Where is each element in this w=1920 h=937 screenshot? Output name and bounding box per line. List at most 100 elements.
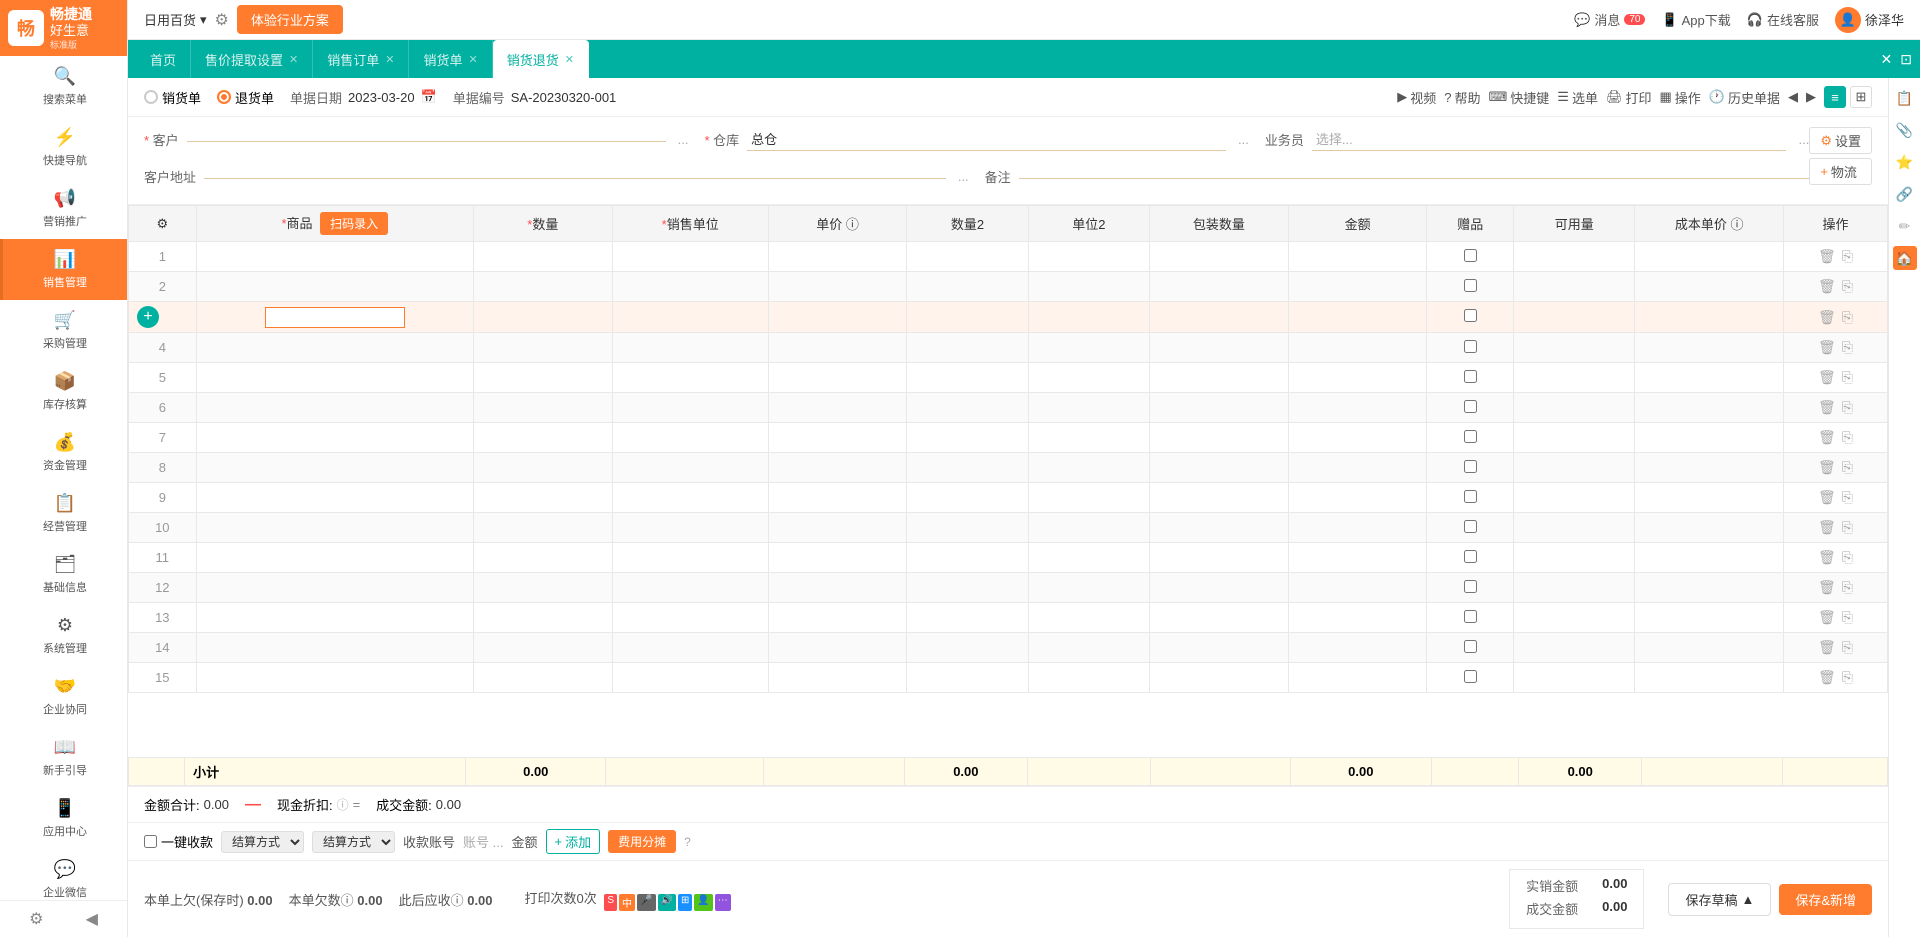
row-available-cell[interactable] [1514, 363, 1635, 393]
video-btn[interactable]: ▶ 视频 [1397, 88, 1436, 107]
row-unit-cell[interactable] [612, 603, 768, 633]
copy-row-icon[interactable]: ⎘ [1842, 278, 1853, 295]
row-qty2-cell[interactable] [907, 242, 1028, 272]
delete-row-icon[interactable]: 🗑 [1818, 459, 1836, 476]
sidebar-item-wechat[interactable]: 💬 企业微信 [0, 849, 127, 900]
delete-row-icon[interactable]: 🗑 [1818, 399, 1836, 416]
radio-sales[interactable]: 销货单 [144, 88, 201, 107]
row-product-cell[interactable] [196, 242, 473, 272]
scan-btn[interactable]: 扫码录入 [320, 212, 388, 235]
row-cost-cell[interactable] [1635, 393, 1783, 423]
row-cost-cell[interactable] [1635, 272, 1783, 302]
gift-checkbox[interactable] [1464, 520, 1477, 533]
row-unit2-cell[interactable] [1028, 573, 1149, 603]
row-amount-cell[interactable] [1288, 363, 1427, 393]
row-qty-cell[interactable] [473, 453, 612, 483]
remark-input[interactable] [1019, 174, 1810, 179]
row-amount-cell[interactable] [1288, 302, 1427, 333]
delete-row-icon[interactable]: 🗑 [1818, 609, 1836, 626]
row-pack-cell[interactable] [1150, 302, 1289, 333]
row-qty2-cell[interactable] [907, 663, 1028, 693]
row-unit-cell[interactable] [612, 363, 768, 393]
row-available-cell[interactable] [1514, 393, 1635, 423]
row-pack-cell[interactable] [1150, 633, 1289, 663]
row-qty-cell[interactable] [473, 302, 612, 333]
settings-bottom-btn[interactable]: ⚙ [29, 909, 43, 929]
radio-return[interactable]: 退货单 [217, 88, 274, 107]
row-unit2-cell[interactable] [1028, 423, 1149, 453]
row-pack-cell[interactable] [1150, 242, 1289, 272]
calendar-icon[interactable]: 📅 [421, 89, 437, 105]
gift-checkbox[interactable] [1464, 309, 1477, 322]
gift-checkbox[interactable] [1464, 400, 1477, 413]
tab-price-setting-close[interactable]: ✕ [289, 53, 298, 66]
row-qty2-cell[interactable] [907, 453, 1028, 483]
gift-checkbox[interactable] [1464, 430, 1477, 443]
row-qty2-cell[interactable] [907, 333, 1028, 363]
row-pack-cell[interactable] [1150, 483, 1289, 513]
row-qty2-cell[interactable] [907, 633, 1028, 663]
row-price-cell[interactable] [768, 302, 907, 333]
delete-row-icon[interactable]: 🗑 [1818, 579, 1836, 596]
row-price-cell[interactable] [768, 663, 907, 693]
delete-row-icon[interactable]: 🗑 [1818, 248, 1836, 265]
row-gift-cell[interactable] [1427, 302, 1514, 333]
row-available-cell[interactable] [1514, 603, 1635, 633]
row-amount-cell[interactable] [1288, 603, 1427, 633]
row-cost-cell[interactable] [1635, 302, 1783, 333]
row-amount-cell[interactable] [1288, 543, 1427, 573]
sidebar-item-guide[interactable]: 📖 新手引导 [0, 727, 127, 788]
row-gift-cell[interactable] [1427, 513, 1514, 543]
row-qty2-cell[interactable] [907, 423, 1028, 453]
tab-sales-return[interactable]: 销货退货 ✕ [493, 40, 589, 78]
row-qty-cell[interactable] [473, 603, 612, 633]
right-panel-home[interactable]: 🏠 [1893, 246, 1917, 270]
sidebar-item-purchase[interactable]: 🛒 采购管理 [0, 300, 127, 361]
row-unit2-cell[interactable] [1028, 393, 1149, 423]
sidebar-item-system[interactable]: ⚙ 系统管理 [0, 605, 127, 666]
row-gift-cell[interactable] [1427, 242, 1514, 272]
row-qty-cell[interactable] [473, 663, 612, 693]
copy-row-icon[interactable]: ⎘ [1842, 429, 1853, 446]
row-price-cell[interactable] [768, 573, 907, 603]
customer-dots[interactable]: ... [678, 132, 689, 147]
copy-row-icon[interactable]: ⎘ [1842, 369, 1853, 386]
copy-row-icon[interactable]: ⎘ [1842, 669, 1853, 686]
gift-checkbox[interactable] [1464, 279, 1477, 292]
row-qty2-cell[interactable] [907, 573, 1028, 603]
customer-address-input[interactable] [204, 174, 946, 179]
copy-row-icon[interactable]: ⎘ [1842, 639, 1853, 656]
row-price-cell[interactable] [768, 603, 907, 633]
row-unit2-cell[interactable] [1028, 333, 1149, 363]
row-amount-cell[interactable] [1288, 423, 1427, 453]
tab-sales-return-close[interactable]: ✕ [565, 53, 574, 66]
row-price-cell[interactable] [768, 423, 907, 453]
row-qty2-cell[interactable] [907, 363, 1028, 393]
row-qty2-cell[interactable] [907, 393, 1028, 423]
delete-row-icon[interactable]: 🗑 [1818, 549, 1836, 566]
row-qty2-cell[interactable] [907, 272, 1028, 302]
fee-split-btn[interactable]: 费用分摊 [608, 830, 676, 853]
row-available-cell[interactable] [1514, 513, 1635, 543]
row-unit-cell[interactable] [612, 333, 768, 363]
row-pack-cell[interactable] [1150, 603, 1289, 633]
sidebar-item-operations[interactable]: 📋 经营管理 [0, 483, 127, 544]
grid-view-btn[interactable]: ⊞ [1850, 86, 1872, 108]
row-product-cell[interactable] [196, 423, 473, 453]
delete-row-icon[interactable]: 🗑 [1818, 309, 1836, 326]
history-btn[interactable]: 🕐 历史单据 [1709, 88, 1780, 107]
sidebar-item-search[interactable]: 🔍 搜索菜单 [0, 56, 127, 117]
right-panel-note[interactable]: 📋 [1893, 86, 1917, 110]
row-qty-cell[interactable] [473, 393, 612, 423]
product-input[interactable] [265, 307, 405, 328]
row-qty2-cell[interactable] [907, 513, 1028, 543]
row-unit2-cell[interactable] [1028, 453, 1149, 483]
row-available-cell[interactable] [1514, 543, 1635, 573]
row-product-cell[interactable] [196, 333, 473, 363]
copy-row-icon[interactable]: ⎘ [1842, 609, 1853, 626]
row-unit-cell[interactable] [612, 663, 768, 693]
row-gift-cell[interactable] [1427, 423, 1514, 453]
row-cost-cell[interactable] [1635, 242, 1783, 272]
delete-row-icon[interactable]: 🗑 [1818, 339, 1836, 356]
row-pack-cell[interactable] [1150, 423, 1289, 453]
